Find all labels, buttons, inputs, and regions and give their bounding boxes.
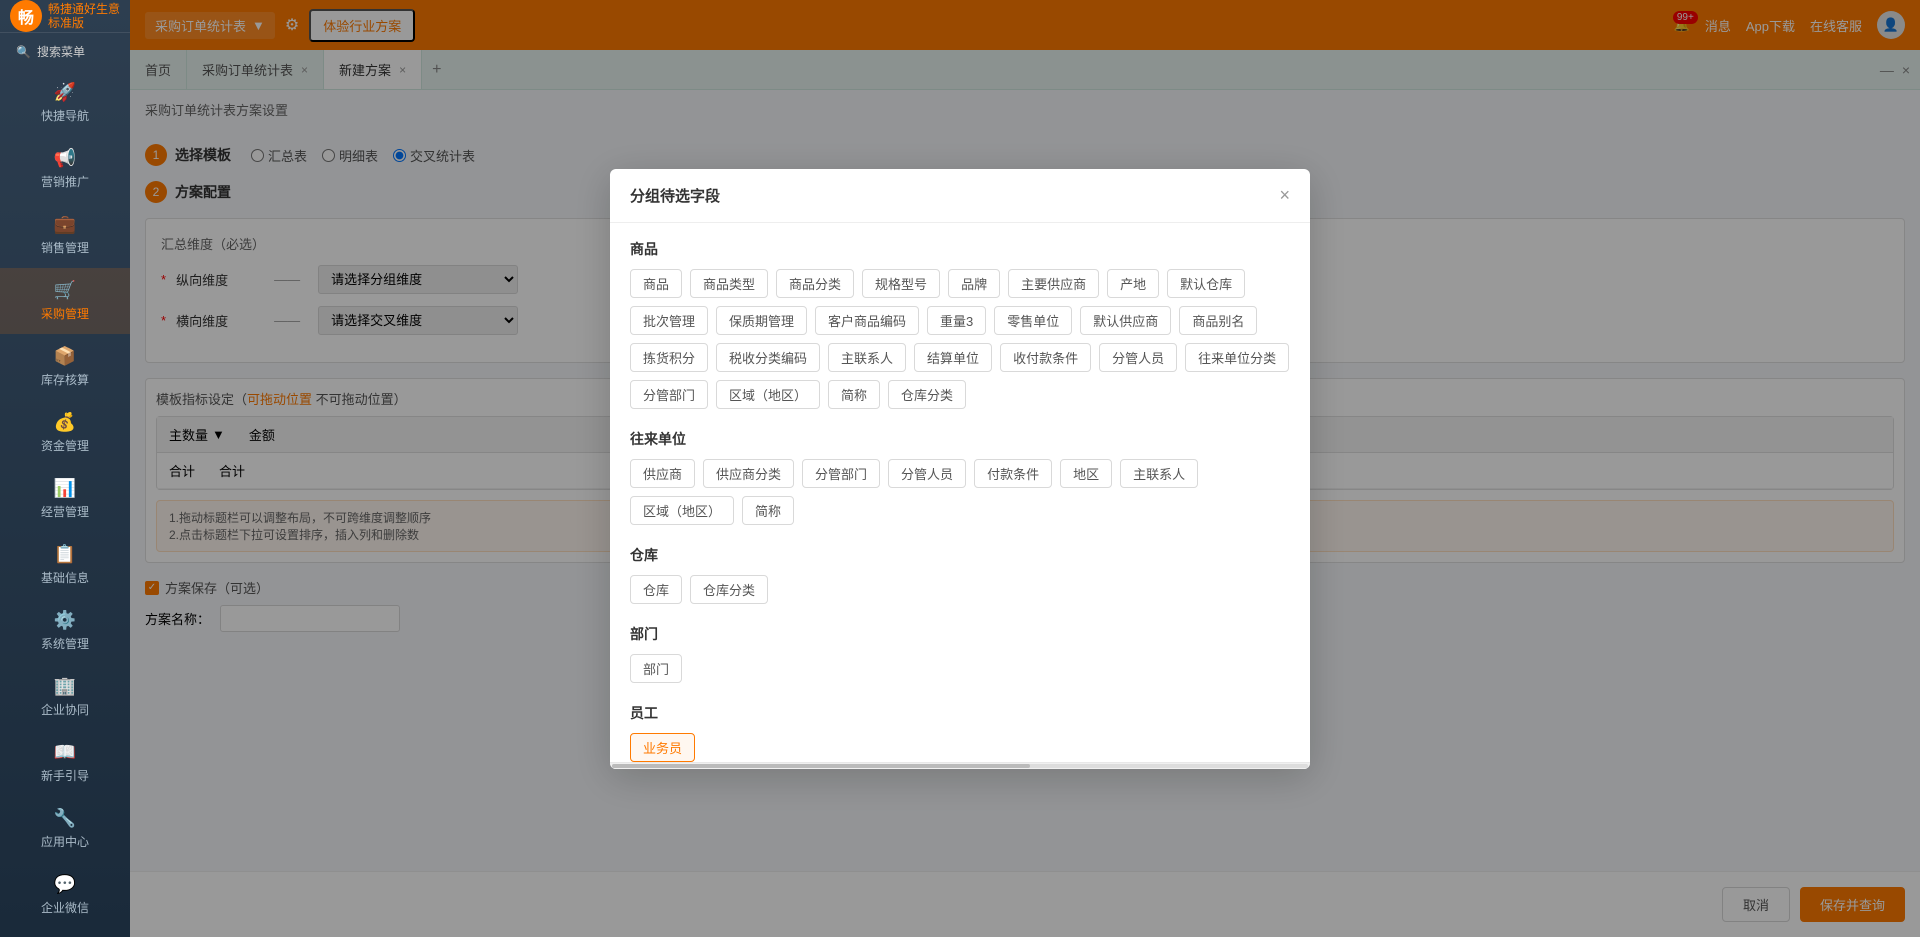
scrollbar-track — [612, 764, 1308, 768]
field-tag-department-0[interactable]: 部门 — [630, 654, 682, 683]
field-tag-product-0[interactable]: 商品 — [630, 269, 682, 298]
field-tag-product-16[interactable]: 税收分类编码 — [716, 343, 820, 372]
field-tag-product-21[interactable]: 往来单位分类 — [1185, 343, 1289, 372]
field-tag-partner-1[interactable]: 供应商分类 — [703, 459, 794, 488]
field-tag-product-18[interactable]: 结算单位 — [914, 343, 992, 372]
sidebar-item-operation[interactable]: 📊 经营管理 — [0, 466, 130, 532]
sales-icon: 💼 — [54, 214, 76, 235]
field-tag-product-10[interactable]: 客户商品编码 — [815, 306, 919, 335]
field-tags-product: 商品 商品类型 商品分类 规格型号 品牌 主要供应商 产地 默认仓库 批次管理 … — [630, 269, 1290, 409]
field-tag-product-11[interactable]: 重量3 — [927, 306, 986, 335]
modal-close-button[interactable]: × — [1279, 185, 1290, 206]
field-tag-product-23[interactable]: 区域（地区） — [716, 380, 820, 409]
field-tag-product-24[interactable]: 简称 — [828, 380, 880, 409]
system-icon: ⚙️ — [54, 610, 76, 631]
field-group-employee-title: 员工 — [630, 703, 1290, 723]
sidebar-item-app-center[interactable]: 🔧 应用中心 — [0, 796, 130, 862]
sidebar-item-guide[interactable]: 📖 新手引导 — [0, 730, 130, 796]
sidebar: 畅 畅捷通好生意 标准版 🔍 搜索菜单 🚀 快捷导航 📢 营销推广 💼 销售管理… — [0, 0, 130, 937]
field-group-employee: 员工 业务员 — [630, 703, 1290, 762]
inventory-icon: 📦 — [54, 346, 76, 367]
field-tag-employee-0[interactable]: 业务员 — [630, 733, 695, 762]
modal-title: 分组待选字段 — [630, 185, 720, 206]
field-tag-partner-3[interactable]: 分管人员 — [888, 459, 966, 488]
field-tag-product-15[interactable]: 拣货积分 — [630, 343, 708, 372]
field-tag-partner-2[interactable]: 分管部门 — [802, 459, 880, 488]
sidebar-item-purchase[interactable]: 🛒 采购管理 — [0, 268, 130, 334]
field-tag-product-2[interactable]: 商品分类 — [776, 269, 854, 298]
sidebar-logo: 畅 畅捷通好生意 标准版 — [0, 0, 130, 33]
field-group-partner-title: 往来单位 — [630, 429, 1290, 449]
field-tag-product-19[interactable]: 收付款条件 — [1000, 343, 1091, 372]
field-tag-partner-4[interactable]: 付款条件 — [974, 459, 1052, 488]
sidebar-item-finance[interactable]: 💰 资金管理 — [0, 400, 130, 466]
field-tag-product-20[interactable]: 分管人员 — [1099, 343, 1177, 372]
field-tag-product-5[interactable]: 主要供应商 — [1008, 269, 1099, 298]
field-tag-product-12[interactable]: 零售单位 — [994, 306, 1072, 335]
field-tag-product-6[interactable]: 产地 — [1107, 269, 1159, 298]
field-tag-warehouse-1[interactable]: 仓库分类 — [690, 575, 768, 604]
field-tag-product-7[interactable]: 默认仓库 — [1167, 269, 1245, 298]
field-group-warehouse: 仓库 仓库 仓库分类 — [630, 545, 1290, 604]
app-center-icon: 🔧 — [54, 808, 76, 829]
field-group-product: 商品 商品 商品类型 商品分类 规格型号 品牌 主要供应商 产地 默认仓库 批次… — [630, 239, 1290, 409]
field-tag-product-8[interactable]: 批次管理 — [630, 306, 708, 335]
field-tag-product-14[interactable]: 商品别名 — [1179, 306, 1257, 335]
search-icon: 🔍 — [16, 45, 31, 59]
corp-icon: 🏢 — [54, 676, 76, 697]
field-tag-partner-8[interactable]: 简称 — [742, 496, 794, 525]
purchase-icon: 🛒 — [54, 280, 76, 301]
field-tag-product-3[interactable]: 规格型号 — [862, 269, 940, 298]
sidebar-item-system[interactable]: ⚙️ 系统管理 — [0, 598, 130, 664]
sidebar-item-member[interactable]: 👤 畅会员 — [0, 928, 130, 937]
field-tag-warehouse-0[interactable]: 仓库 — [630, 575, 682, 604]
field-tags-warehouse: 仓库 仓库分类 — [630, 575, 1290, 604]
sidebar-search[interactable]: 🔍 搜索菜单 — [0, 33, 130, 70]
field-tags-department: 部门 — [630, 654, 1290, 683]
field-tag-partner-5[interactable]: 地区 — [1060, 459, 1112, 488]
field-tag-product-1[interactable]: 商品类型 — [690, 269, 768, 298]
field-group-product-title: 商品 — [630, 239, 1290, 259]
sidebar-item-quick-nav[interactable]: 🚀 快捷导航 — [0, 70, 130, 136]
field-tag-product-17[interactable]: 主联系人 — [828, 343, 906, 372]
field-tag-product-9[interactable]: 保质期管理 — [716, 306, 807, 335]
modal-body[interactable]: 商品 商品 商品类型 商品分类 规格型号 品牌 主要供应商 产地 默认仓库 批次… — [610, 223, 1310, 763]
modal-header: 分组待选字段 × — [610, 169, 1310, 223]
sidebar-item-sales[interactable]: 💼 销售管理 — [0, 202, 130, 268]
field-tags-partner: 供应商 供应商分类 分管部门 分管人员 付款条件 地区 主联系人 区域（地区） … — [630, 459, 1290, 525]
wechat-icon: 💬 — [54, 874, 76, 895]
field-tag-product-4[interactable]: 品牌 — [948, 269, 1000, 298]
field-tag-product-25[interactable]: 仓库分类 — [888, 380, 966, 409]
scrollbar-thumb — [612, 764, 1030, 768]
logo-icon: 畅 — [10, 0, 42, 32]
finance-icon: 💰 — [54, 412, 76, 433]
field-tag-partner-7[interactable]: 区域（地区） — [630, 496, 734, 525]
modal-scrollbar[interactable] — [610, 762, 1310, 768]
operation-icon: 📊 — [54, 478, 76, 499]
modal: 分组待选字段 × 商品 商品 商品类型 商品分类 规格型号 品牌 主要供应商 产… — [610, 169, 1310, 769]
sidebar-item-basic[interactable]: 📋 基础信息 — [0, 532, 130, 598]
field-group-department-title: 部门 — [630, 624, 1290, 644]
field-tag-partner-6[interactable]: 主联系人 — [1120, 459, 1198, 488]
field-group-warehouse-title: 仓库 — [630, 545, 1290, 565]
sidebar-item-inventory[interactable]: 📦 库存核算 — [0, 334, 130, 400]
basic-icon: 📋 — [54, 544, 76, 565]
quick-nav-icon: 🚀 — [54, 82, 76, 103]
field-group-partner: 往来单位 供应商 供应商分类 分管部门 分管人员 付款条件 地区 主联系人 区域… — [630, 429, 1290, 525]
sidebar-item-marketing[interactable]: 📢 营销推广 — [0, 136, 130, 202]
field-tag-product-13[interactable]: 默认供应商 — [1080, 306, 1171, 335]
field-tag-partner-0[interactable]: 供应商 — [630, 459, 695, 488]
sidebar-item-wechat[interactable]: 💬 企业微信 — [0, 862, 130, 928]
field-group-department: 部门 部门 — [630, 624, 1290, 683]
logo-text: 畅捷通好生意 标准版 — [48, 2, 120, 31]
field-tag-product-22[interactable]: 分管部门 — [630, 380, 708, 409]
field-tags-employee: 业务员 — [630, 733, 1290, 762]
marketing-icon: 📢 — [54, 148, 76, 169]
guide-icon: 📖 — [54, 742, 76, 763]
sidebar-item-corp[interactable]: 🏢 企业协同 — [0, 664, 130, 730]
